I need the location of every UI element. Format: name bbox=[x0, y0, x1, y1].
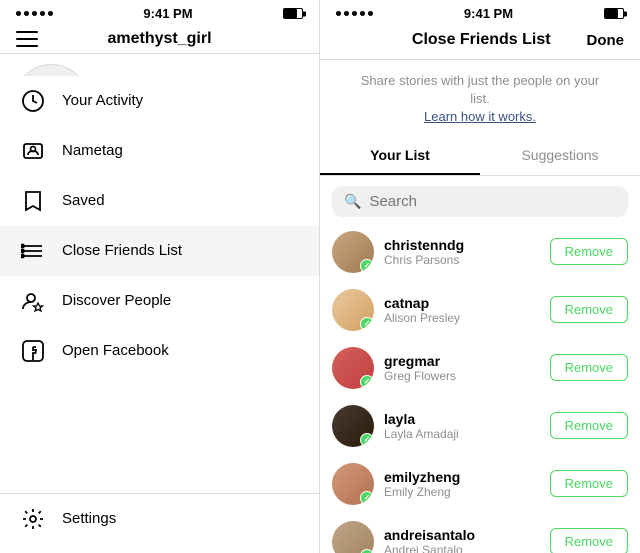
remove-button[interactable]: Remove bbox=[550, 528, 628, 553]
tab-your-list[interactable]: Your List bbox=[320, 137, 480, 175]
search-bar[interactable]: 🔍 bbox=[332, 186, 628, 217]
friend-username: gregmar bbox=[384, 353, 540, 369]
close-friends-label: Close Friends List bbox=[62, 242, 182, 259]
menu-item-facebook[interactable]: Open Facebook bbox=[0, 326, 319, 376]
friend-username: layla bbox=[384, 411, 540, 427]
list-item: gregmar Greg Flowers Remove bbox=[320, 339, 640, 397]
added-badge bbox=[360, 375, 374, 389]
right-page-title: Close Friends List bbox=[412, 31, 551, 49]
added-badge bbox=[360, 433, 374, 447]
drawer-menu: Your Activity Nametag Saved bbox=[0, 76, 319, 553]
avatar bbox=[332, 463, 374, 505]
list-icon bbox=[20, 238, 46, 264]
avatar bbox=[332, 521, 374, 553]
nametag-label: Nametag bbox=[62, 142, 123, 159]
friend-realname: Chris Parsons bbox=[384, 253, 540, 267]
signal-dots bbox=[16, 11, 53, 16]
search-input[interactable] bbox=[369, 193, 616, 210]
done-button[interactable]: Done bbox=[586, 32, 624, 49]
list-item: emilyzheng Emily Zheng Remove bbox=[320, 455, 640, 513]
list-item: andreisantalo Andrei Santalo Remove bbox=[320, 513, 640, 553]
friend-realname: Andrei Santalo bbox=[384, 543, 540, 553]
menu-item-activity[interactable]: Your Activity bbox=[0, 76, 319, 126]
settings-label: Settings bbox=[62, 510, 116, 527]
list-item: christenndg Chris Parsons Remove bbox=[320, 223, 640, 281]
subtitle-main: Share stories with just the people on yo… bbox=[361, 73, 599, 106]
discover-icon bbox=[20, 288, 46, 314]
added-badge bbox=[360, 259, 374, 273]
facebook-label: Open Facebook bbox=[62, 342, 169, 359]
username-title: amethyst_girl bbox=[107, 30, 211, 48]
bookmark-icon bbox=[20, 188, 46, 214]
friend-realname: Layla Amadaji bbox=[384, 427, 540, 441]
tab-suggestions[interactable]: Suggestions bbox=[480, 137, 640, 175]
hamburger-icon[interactable] bbox=[16, 31, 38, 47]
avatar bbox=[332, 347, 374, 389]
right-time: 9:41 PM bbox=[464, 6, 513, 21]
remove-button[interactable]: Remove bbox=[550, 238, 628, 265]
friend-username: christenndg bbox=[384, 237, 540, 253]
friend-username: andreisantalo bbox=[384, 527, 540, 543]
settings-icon bbox=[20, 506, 46, 532]
search-icon: 🔍 bbox=[344, 193, 361, 210]
activity-label: Your Activity bbox=[62, 92, 143, 109]
friend-username: catnap bbox=[384, 295, 540, 311]
remove-button[interactable]: Remove bbox=[550, 470, 628, 497]
friend-info: gregmar Greg Flowers bbox=[384, 353, 540, 383]
remove-button[interactable]: Remove bbox=[550, 412, 628, 439]
friend-info: catnap Alison Presley bbox=[384, 295, 540, 325]
tabs: Your List Suggestions bbox=[320, 137, 640, 176]
menu-item-discover[interactable]: Discover People bbox=[0, 276, 319, 326]
right-battery bbox=[604, 8, 624, 19]
subtitle-text: Share stories with just the people on yo… bbox=[320, 60, 640, 131]
friend-realname: Greg Flowers bbox=[384, 369, 540, 383]
list-item: catnap Alison Presley Remove bbox=[320, 281, 640, 339]
list-item: layla Layla Amadaji Remove bbox=[320, 397, 640, 455]
discover-label: Discover People bbox=[62, 292, 171, 309]
subtitle-link[interactable]: Learn how it works. bbox=[424, 109, 536, 124]
left-time: 9:41 PM bbox=[143, 6, 192, 21]
menu-item-saved[interactable]: Saved bbox=[0, 176, 319, 226]
remove-button[interactable]: Remove bbox=[550, 296, 628, 323]
right-status-bar: 9:41 PM bbox=[320, 0, 640, 25]
added-badge bbox=[360, 317, 374, 331]
added-badge bbox=[360, 491, 374, 505]
left-top-nav: amethyst_girl bbox=[0, 25, 319, 54]
right-top-nav: Close Friends List Done bbox=[320, 25, 640, 60]
friend-info: andreisantalo Andrei Santalo bbox=[384, 527, 540, 553]
menu-item-settings[interactable]: Settings bbox=[0, 493, 319, 543]
friend-info: christenndg Chris Parsons bbox=[384, 237, 540, 267]
friend-info: emilyzheng Emily Zheng bbox=[384, 469, 540, 499]
friend-username: emilyzheng bbox=[384, 469, 540, 485]
facebook-icon bbox=[20, 338, 46, 364]
added-badge bbox=[360, 549, 374, 553]
activity-icon bbox=[20, 88, 46, 114]
friends-list: christenndg Chris Parsons Remove catnap … bbox=[320, 223, 640, 553]
left-status-bar: 9:41 PM bbox=[0, 0, 319, 25]
avatar bbox=[332, 405, 374, 447]
menu-item-nametag[interactable]: Nametag bbox=[0, 126, 319, 176]
right-panel: 9:41 PM Close Friends List Done Share st… bbox=[320, 0, 640, 553]
friend-info: layla Layla Amadaji bbox=[384, 411, 540, 441]
friend-realname: Emily Zheng bbox=[384, 485, 540, 499]
right-signal-dots bbox=[336, 11, 373, 16]
nametag-icon bbox=[20, 138, 46, 164]
avatar bbox=[332, 231, 374, 273]
saved-label: Saved bbox=[62, 192, 105, 209]
menu-item-close-friends[interactable]: Close Friends List bbox=[0, 226, 319, 276]
friend-realname: Alison Presley bbox=[384, 311, 540, 325]
battery bbox=[283, 8, 303, 19]
avatar bbox=[332, 289, 374, 331]
left-panel: 9:41 PM amethyst_girl 440 following bbox=[0, 0, 320, 553]
remove-button[interactable]: Remove bbox=[550, 354, 628, 381]
